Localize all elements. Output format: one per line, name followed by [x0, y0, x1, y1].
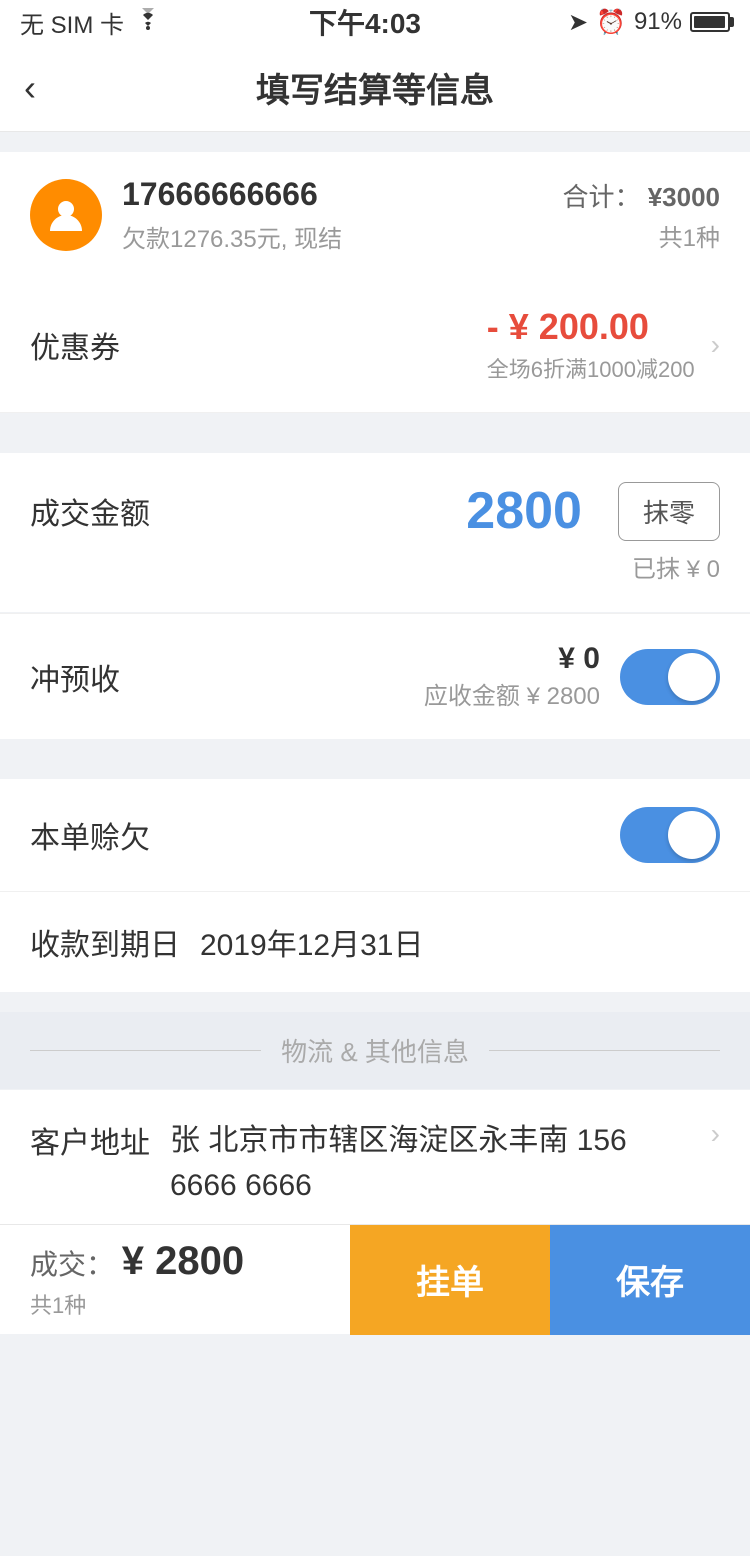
debt-toggle-knob	[668, 811, 716, 859]
sim-status: 无 SIM 卡	[20, 5, 124, 40]
coupon-row[interactable]: 优惠券 - ¥ 200.00 全场6折满1000减200 ›	[0, 278, 750, 413]
prepay-label: 冲预收	[30, 655, 120, 699]
bottom-count: 共1种	[30, 1288, 320, 1320]
divider-line-right	[489, 1050, 720, 1051]
bottom-amount: ¥ 2800	[122, 1239, 244, 1283]
customer-card: 17666666666 欠款1276.35元, 现结 合计： ¥3000 共1种	[0, 152, 750, 278]
debt-section: 本单赊欠	[0, 779, 750, 891]
prepay-info: ¥ 0 应收金额 ¥ 2800	[424, 642, 600, 711]
bottom-bar: 成交： ¥ 2800 共1种 挂单 保存	[0, 1224, 750, 1334]
prepay-row: 冲预收 ¥ 0 应收金额 ¥ 2800	[30, 642, 720, 711]
address-value: 张 北京市市辖区海淀区永丰南 156 6666 6666	[170, 1118, 691, 1208]
deal-amount-right: 2800 抹零	[466, 481, 720, 541]
duedate-value: 2019年12月31日	[200, 920, 423, 964]
total-count: 共1种	[562, 218, 720, 253]
bottom-summary: 成交： ¥ 2800 共1种	[0, 1239, 350, 1320]
status-bar: 无 SIM 卡 下午4:03 ➤ ⏰ 91%	[0, 0, 750, 44]
round-button[interactable]: 抹零	[618, 482, 720, 541]
status-time: 下午4:03	[309, 2, 421, 42]
coupon-label: 优惠券	[30, 323, 120, 367]
coupon-desc: 全场6折满1000减200	[487, 352, 695, 384]
nav-bar: ‹ 填写结算等信息	[0, 44, 750, 132]
customer-info-left: 17666666666 欠款1276.35元, 现结	[30, 176, 342, 254]
battery-percent: 91%	[634, 8, 682, 36]
hang-button[interactable]: 挂单	[350, 1225, 550, 1335]
status-right: ➤ ⏰ 91%	[568, 8, 730, 37]
customer-phone: 17666666666	[122, 176, 342, 213]
logistics-divider: 物流 & 其他信息	[0, 1012, 750, 1089]
total-amount: ¥3000	[648, 182, 720, 212]
toggle-knob	[668, 653, 716, 701]
customer-total: 合计： ¥3000 共1种	[562, 177, 720, 253]
bottom-deal-label: 成交： ¥ 2800	[30, 1239, 320, 1284]
divider-line-left	[30, 1050, 261, 1051]
location-icon: ➤	[568, 8, 588, 37]
deal-amount-section: 成交金额 2800 抹零 已抹 ¥ 0	[0, 453, 750, 612]
debt-label: 本单赊欠	[30, 813, 150, 857]
wifi-icon	[134, 8, 162, 37]
duedate-section: 收款到期日 2019年12月31日	[0, 891, 750, 992]
prepay-amount: ¥ 0	[424, 642, 600, 676]
deal-amount-label: 成交金额	[30, 489, 150, 533]
total-label: 合计： ¥3000	[562, 177, 720, 214]
coupon-amount: - ¥ 200.00	[487, 306, 695, 348]
chevron-right-icon: ›	[711, 329, 720, 361]
coupon-right: - ¥ 200.00 全场6折满1000减200 ›	[487, 306, 720, 384]
address-label: 客户地址	[30, 1118, 150, 1162]
deal-amount-value: 2800	[466, 481, 582, 541]
debt-toggle[interactable]	[620, 807, 720, 863]
alarm-icon: ⏰	[596, 8, 626, 37]
customer-details: 17666666666 欠款1276.35元, 现结	[122, 176, 342, 254]
prepay-desc: 应收金额 ¥ 2800	[424, 676, 600, 711]
logistics-label: 物流 & 其他信息	[281, 1032, 469, 1069]
prepay-right: ¥ 0 应收金额 ¥ 2800	[424, 642, 720, 711]
prepay-toggle[interactable]	[620, 649, 720, 705]
address-chevron-icon: ›	[711, 1118, 720, 1150]
page-title: 填写结算等信息	[256, 63, 494, 112]
content: 17666666666 欠款1276.35元, 现结 合计： ¥3000 共1种…	[0, 152, 750, 1556]
address-section[interactable]: 客户地址 张 北京市市辖区海淀区永丰南 156 6666 6666 ›	[0, 1090, 750, 1236]
coupon-info: - ¥ 200.00 全场6折满1000减200	[487, 306, 695, 384]
section-divider-1	[0, 413, 750, 433]
duedate-label: 收款到期日	[30, 920, 180, 964]
avatar	[30, 179, 102, 251]
customer-sub: 欠款1276.35元, 现结	[122, 219, 342, 254]
back-button[interactable]: ‹	[24, 67, 36, 109]
section-divider-2	[0, 739, 750, 759]
prepay-section: 冲预收 ¥ 0 应收金额 ¥ 2800	[0, 613, 750, 739]
save-button[interactable]: 保存	[550, 1225, 750, 1335]
battery-icon	[690, 12, 730, 32]
deal-amount-sub: 已抹 ¥ 0	[632, 556, 720, 583]
deal-amount-row: 成交金额 2800 抹零	[30, 481, 720, 541]
status-left: 无 SIM 卡	[20, 5, 162, 40]
